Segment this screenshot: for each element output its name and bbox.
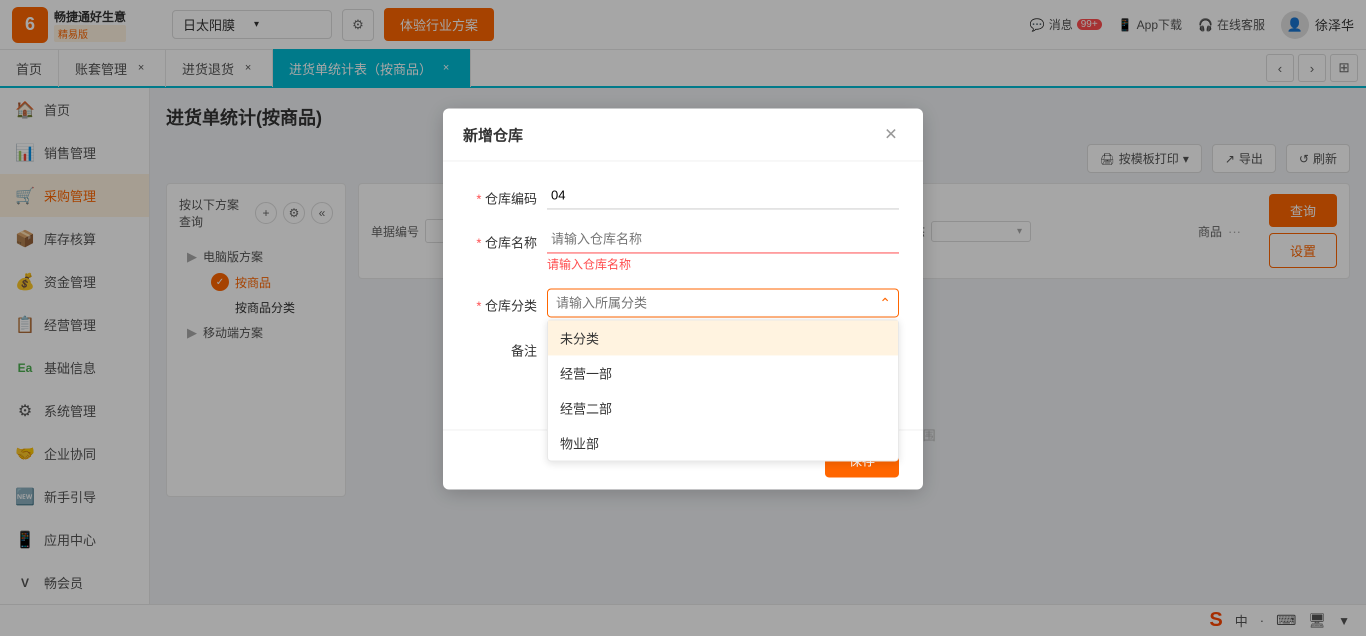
modal-title: 新增仓库 [463, 124, 523, 145]
dropdown-item-dept3[interactable]: 物业部 [548, 425, 898, 460]
modal-body: 仓库编码 仓库名称 请输入仓库名称 仓库分类 ⌃ 未分类 经营一部 经营二部 [443, 161, 923, 429]
modal-header: 新增仓库 ✕ [443, 108, 923, 161]
code-input-wrap [547, 181, 899, 209]
dropdown-item-uncategorized[interactable]: 未分类 [548, 320, 898, 355]
name-error: 请输入仓库名称 [547, 255, 899, 272]
code-label: 仓库编码 [467, 181, 547, 207]
modal-close-button[interactable]: ✕ [879, 122, 903, 146]
category-dropdown-list: 未分类 经营一部 经营二部 物业部 [547, 319, 899, 461]
new-warehouse-modal: 新增仓库 ✕ 仓库编码 仓库名称 请输入仓库名称 仓库分类 ⌃ 未分类 [443, 108, 923, 489]
dropdown-item-dept1[interactable]: 经营一部 [548, 355, 898, 390]
dropdown-item-dept2[interactable]: 经营二部 [548, 390, 898, 425]
name-input-wrap: 请输入仓库名称 [547, 225, 899, 272]
note-label: 备注 [467, 333, 547, 359]
name-input[interactable] [547, 225, 899, 253]
category-label: 仓库分类 [467, 288, 547, 314]
code-row: 仓库编码 [467, 181, 899, 209]
category-row: 仓库分类 ⌃ 未分类 经营一部 经营二部 物业部 [467, 288, 899, 317]
name-label: 仓库名称 [467, 225, 547, 251]
category-dropdown-wrap: ⌃ 未分类 经营一部 经营二部 物业部 [547, 288, 899, 317]
code-input[interactable] [547, 181, 899, 209]
name-row: 仓库名称 请输入仓库名称 [467, 225, 899, 272]
category-input[interactable] [547, 288, 899, 317]
